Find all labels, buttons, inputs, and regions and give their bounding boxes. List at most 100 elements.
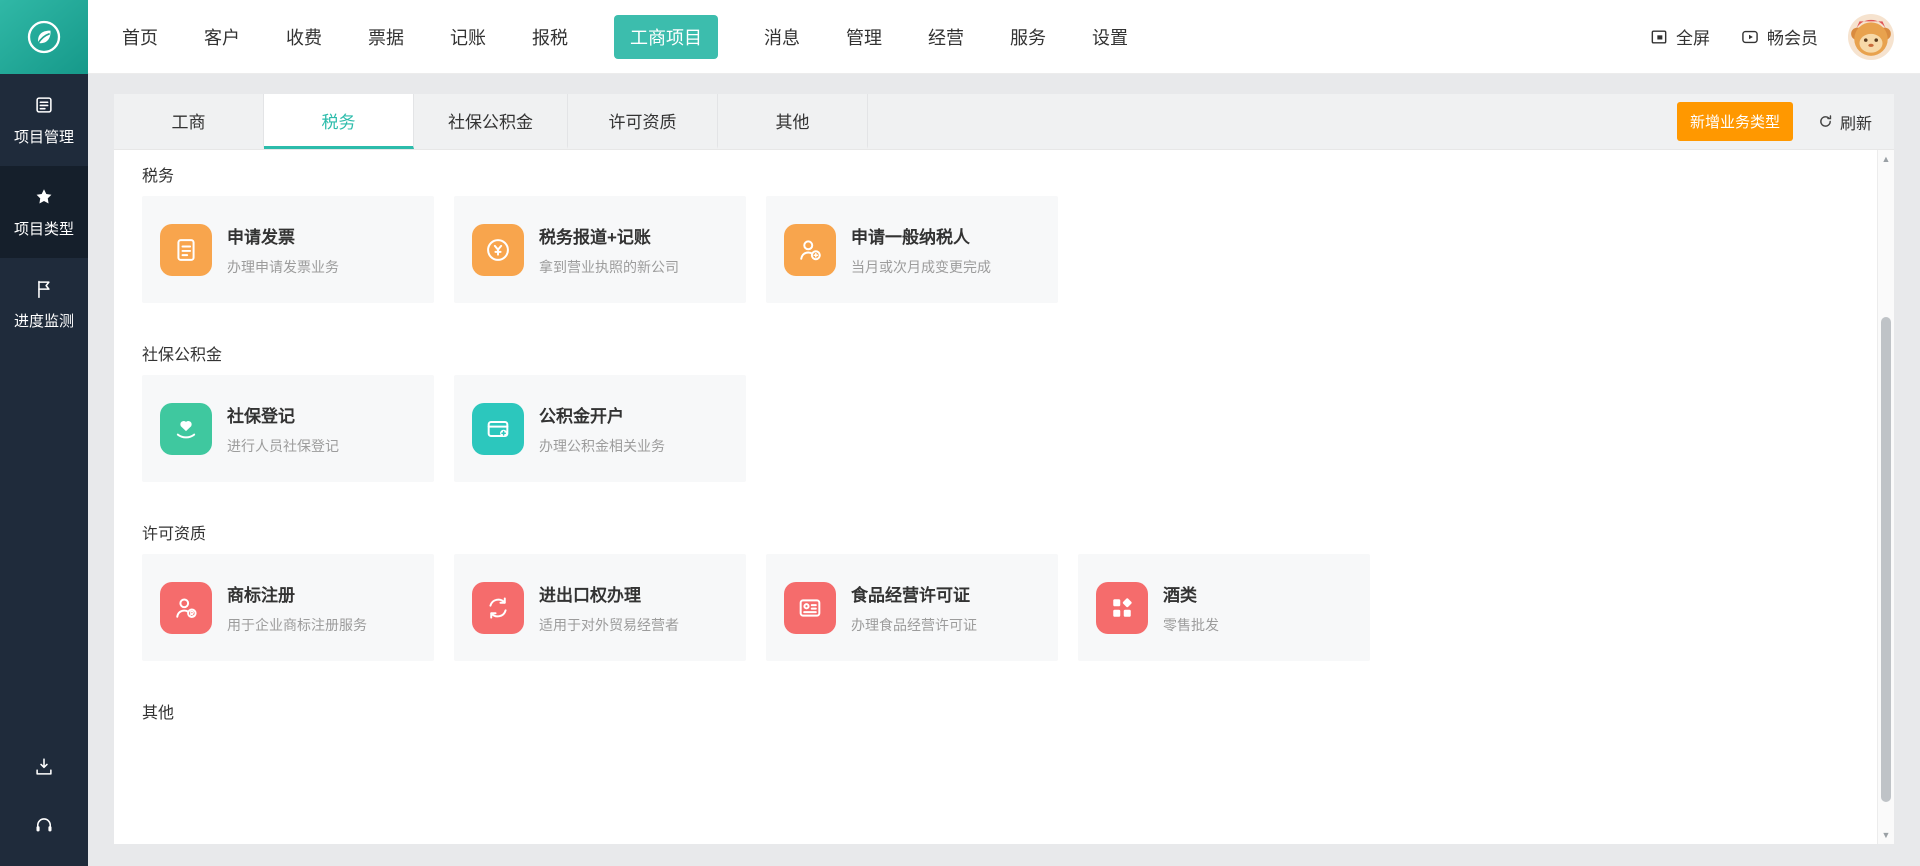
scrollbar-thumb[interactable]	[1881, 316, 1891, 803]
sidebar-item-progress-monitoring[interactable]: 进度监测	[0, 258, 88, 350]
fullscreen-icon	[1649, 27, 1669, 47]
main-panel: 工商 税务 社保公积金 许可资质 其他 新增业务类型 刷新 税务 申请发票 办理…	[114, 94, 1894, 844]
flag-icon	[33, 278, 55, 300]
nav-services[interactable]: 服务	[1010, 24, 1046, 50]
card-title: 进出口权办理	[539, 585, 641, 605]
card-apply-invoice[interactable]: 申请发票 办理申请发票业务	[142, 196, 434, 303]
card-title: 食品经营许可证	[851, 585, 970, 605]
sidebar-item-project-management[interactable]: 项目管理	[0, 74, 88, 166]
sidebar-item-project-types[interactable]: 项目类型	[0, 166, 88, 258]
nav-business-projects[interactable]: 工商项目	[614, 14, 718, 59]
card-row: 社保登记 进行人员社保登记 公积金开户 办理公积金相关业务	[142, 375, 1834, 482]
import-export-icon	[472, 581, 524, 634]
sidebar-item-label: 项目管理	[13, 128, 74, 146]
social-security-icon	[160, 402, 212, 455]
card-text: 税务报道+记账 拿到营业执照的新公司	[539, 223, 679, 277]
nav-bookkeeping[interactable]: 记账	[450, 24, 486, 50]
nav-messages[interactable]: 消息	[764, 24, 800, 50]
nav-operations[interactable]: 经营	[928, 24, 964, 50]
headset-icon[interactable]	[33, 814, 55, 836]
scroll-down-arrow[interactable]: ▼	[1878, 828, 1894, 842]
vertical-scrollbar[interactable]: ▲ ▼	[1877, 150, 1894, 844]
nav-customers[interactable]: 客户	[204, 24, 240, 50]
top-nav: 首页 客户 收费 票据 记账 报税 工商项目 消息 管理 经营 服务 设置	[122, 14, 1128, 59]
card-title: 申请一般纳税人	[851, 227, 970, 247]
topbar: 首页 客户 收费 票据 记账 报税 工商项目 消息 管理 经营 服务 设置 全屏	[0, 0, 1920, 74]
leaf-logo-icon	[24, 17, 64, 57]
card-title: 酒类	[1163, 585, 1197, 605]
member-label: 畅会员	[1767, 29, 1818, 48]
topbar-right: 全屏 畅会员	[1649, 13, 1920, 60]
fullscreen-button[interactable]: 全屏	[1649, 24, 1710, 49]
food-license-icon	[784, 581, 836, 634]
card-text: 食品经营许可证 办理食品经营许可证	[851, 581, 977, 635]
nav-management[interactable]: 管理	[846, 24, 882, 50]
nav-settings[interactable]: 设置	[1092, 24, 1128, 50]
tab-social-fund[interactable]: 社保公积金	[414, 94, 568, 149]
card-text: 申请一般纳税人 当月或次月成变更完成	[851, 223, 991, 277]
scroll-up-arrow[interactable]: ▲	[1878, 152, 1894, 166]
card-title: 税务报道+记账	[539, 227, 651, 247]
fullscreen-label: 全屏	[1676, 29, 1710, 48]
card-social-security-registration[interactable]: 社保登记 进行人员社保登记	[142, 375, 434, 482]
card-subtitle: 办理食品经营许可证	[851, 616, 977, 633]
nav-home[interactable]: 首页	[122, 24, 158, 50]
nav-charges[interactable]: 收费	[286, 24, 322, 50]
tab-others[interactable]: 其他	[718, 94, 868, 149]
nav-invoices[interactable]: 票据	[368, 24, 404, 50]
card-food-license[interactable]: 食品经营许可证 办理食品经营许可证	[766, 554, 1058, 661]
sidebar-item-label: 项目类型	[13, 220, 74, 238]
download-icon[interactable]	[33, 756, 55, 778]
sidebar-bottom	[0, 756, 88, 866]
avatar[interactable]	[1848, 13, 1894, 60]
tax-report-icon	[472, 223, 524, 276]
refresh-button[interactable]: 刷新	[1817, 110, 1872, 134]
tab-licenses[interactable]: 许可资质	[568, 94, 718, 149]
section-heading: 许可资质	[142, 526, 207, 543]
fund-account-icon	[472, 402, 524, 455]
section-licenses: 许可资质 商标注册 用于企业商标注册服务 进出口权办理 适用于对外贸易经营者 食…	[142, 520, 1834, 661]
card-title: 公积金开户	[539, 406, 624, 426]
card-title: 申请发票	[227, 227, 295, 247]
card-subtitle: 办理公积金相关业务	[539, 437, 665, 454]
card-text: 申请发票 办理申请发票业务	[227, 223, 339, 277]
general-taxpayer-icon	[784, 223, 836, 276]
card-text: 公积金开户 办理公积金相关业务	[539, 402, 665, 456]
tab-business[interactable]: 工商	[114, 94, 264, 149]
section-others: 其他	[142, 699, 1834, 723]
card-subtitle: 进行人员社保登记	[227, 437, 339, 454]
star-icon	[33, 186, 55, 208]
content-area: 税务 申请发票 办理申请发票业务 税务报道+记账 拿到营业执照的新公司 申请一般…	[114, 150, 1894, 844]
refresh-icon	[1817, 113, 1834, 130]
sidebar: 项目管理 项目类型 进度监测	[0, 74, 88, 866]
section-social-fund: 社保公积金 社保登记 进行人员社保登记 公积金开户 办理公积金相关业务	[142, 341, 1834, 482]
tabstrip: 工商 税务 社保公积金 许可资质 其他 新增业务类型 刷新	[114, 94, 1894, 150]
card-row: 申请发票 办理申请发票业务 税务报道+记账 拿到营业执照的新公司 申请一般纳税人…	[142, 196, 1834, 303]
add-business-type-button[interactable]: 新增业务类型	[1676, 102, 1793, 141]
card-liquor[interactable]: 酒类 零售批发	[1078, 554, 1370, 661]
card-text: 社保登记 进行人员社保登记	[227, 402, 339, 456]
nav-tax-filing[interactable]: 报税	[532, 24, 568, 50]
card-row: 商标注册 用于企业商标注册服务 进出口权办理 适用于对外贸易经营者 食品经营许可…	[142, 554, 1834, 661]
card-text: 进出口权办理 适用于对外贸易经营者	[539, 581, 679, 635]
card-import-export-rights[interactable]: 进出口权办理 适用于对外贸易经营者	[454, 554, 746, 661]
clipboard-icon	[33, 94, 55, 116]
tab-tax[interactable]: 税务	[264, 94, 414, 149]
card-tax-registration[interactable]: 税务报道+记账 拿到营业执照的新公司	[454, 196, 746, 303]
app-logo[interactable]	[0, 0, 88, 74]
liquor-icon	[1096, 581, 1148, 634]
section-heading: 其他	[142, 705, 175, 722]
refresh-label: 刷新	[1839, 115, 1872, 133]
card-text: 商标注册 用于企业商标注册服务	[227, 581, 367, 635]
card-subtitle: 适用于对外贸易经营者	[539, 616, 679, 633]
avatar-image	[1851, 19, 1891, 56]
member-button[interactable]: 畅会员	[1740, 24, 1818, 49]
section-tax: 税务 申请发票 办理申请发票业务 税务报道+记账 拿到营业执照的新公司 申请一般…	[142, 162, 1834, 303]
tab-toolbar: 新增业务类型 刷新	[1676, 94, 1894, 149]
card-subtitle: 拿到营业执照的新公司	[539, 258, 679, 275]
card-trademark-registration[interactable]: 商标注册 用于企业商标注册服务	[142, 554, 434, 661]
trademark-icon	[160, 581, 212, 634]
card-general-taxpayer[interactable]: 申请一般纳税人 当月或次月成变更完成	[766, 196, 1058, 303]
card-fund-account-opening[interactable]: 公积金开户 办理公积金相关业务	[454, 375, 746, 482]
card-subtitle: 用于企业商标注册服务	[227, 616, 367, 633]
